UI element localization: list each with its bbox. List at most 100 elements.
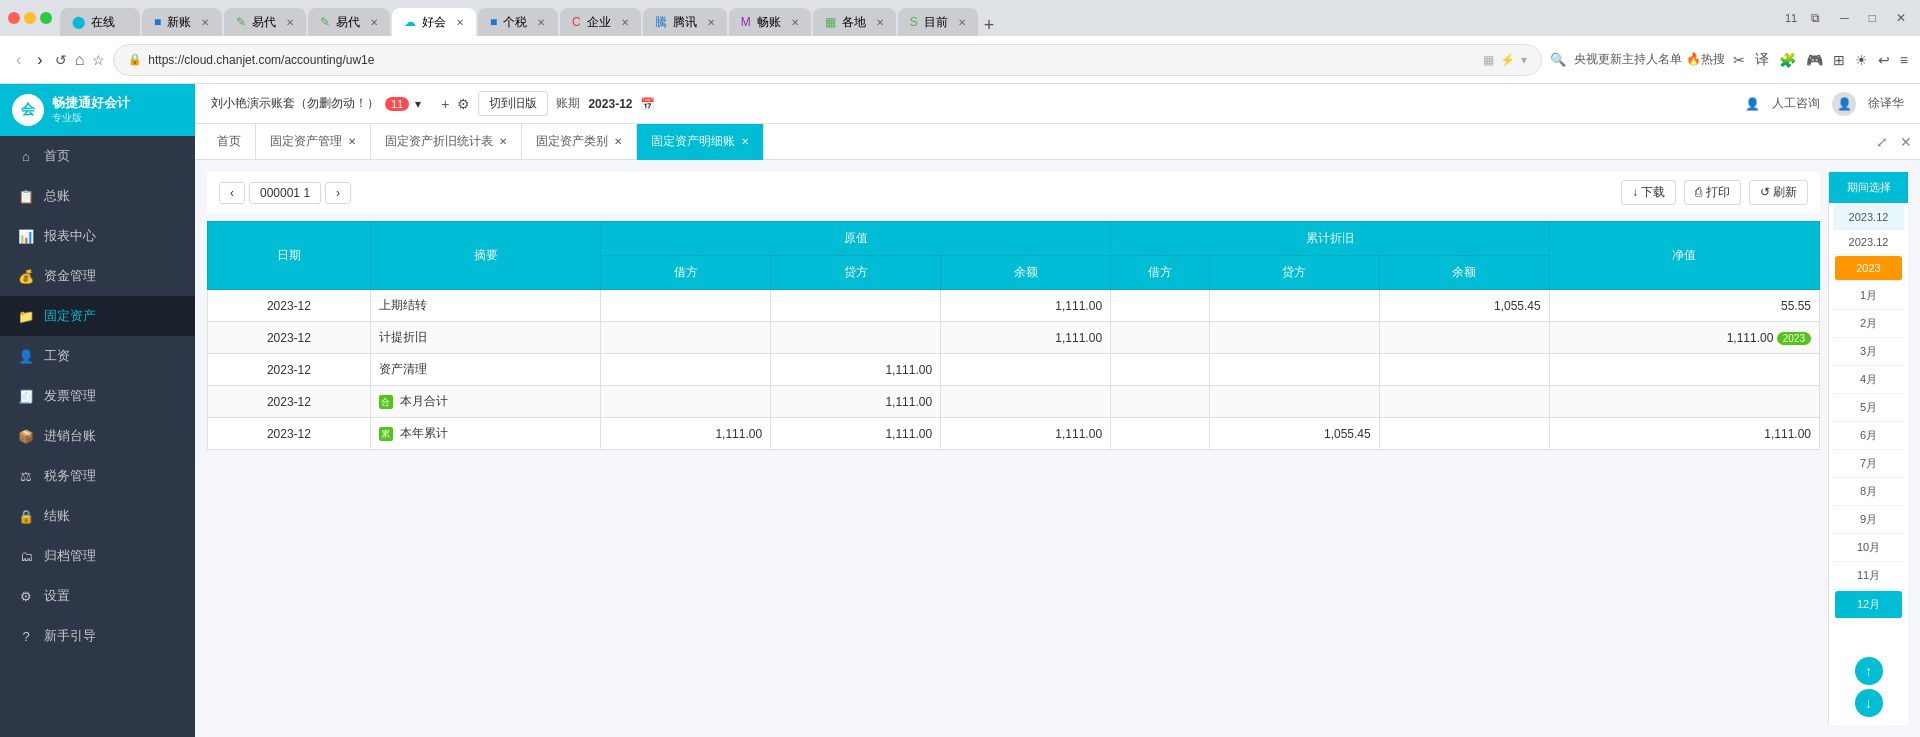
sidebar-item-settings[interactable]: ⚙ 设置: [0, 576, 195, 616]
scroll-down-icon[interactable]: ↓: [1855, 689, 1883, 717]
tab-window-close-icon[interactable]: ✕: [1900, 134, 1912, 150]
back-button[interactable]: ‹: [12, 47, 25, 73]
sidebar-item-ledger[interactable]: 📋 总账: [0, 176, 195, 216]
url-bar[interactable]: 🔒 https://cloud.chanjet.com/accounting/u…: [113, 44, 1542, 76]
refresh-button[interactable]: ↺: [55, 52, 67, 68]
game-icon[interactable]: 🎮: [1806, 52, 1823, 68]
scroll-up-icon[interactable]: ↑: [1855, 657, 1883, 685]
period-item-oct[interactable]: 10月: [1833, 534, 1904, 562]
period-item-may[interactable]: 5月: [1833, 394, 1904, 422]
window-max-btn[interactable]: □: [1863, 9, 1882, 27]
period-item-feb[interactable]: 2月: [1833, 310, 1904, 338]
scissors-icon[interactable]: ✂: [1733, 52, 1745, 68]
tab-asset-mgmt[interactable]: 固定资产管理 ✕: [256, 124, 371, 160]
sidebar-item-salary[interactable]: 👤 工资: [0, 336, 195, 376]
download-button[interactable]: ↓ 下载: [1621, 180, 1676, 205]
tab-asset-detail-close[interactable]: ✕: [741, 136, 749, 147]
sidebar-item-archive[interactable]: 🗂 归档管理: [0, 536, 195, 576]
sidebar-item-closeperiod[interactable]: 🔒 结账: [0, 496, 195, 536]
settings-gear-icon[interactable]: ⚙: [457, 96, 470, 112]
sidebar-item-funds[interactable]: 💰 资金管理: [0, 256, 195, 296]
period-item-apr[interactable]: 4月: [1833, 366, 1904, 394]
table-row: 2023-12 资产清理 1,111.00: [208, 354, 1820, 386]
new-tab-button[interactable]: +: [980, 15, 999, 36]
browser-tab-mubiao[interactable]: S 目前 ✕: [898, 8, 978, 36]
tab-close-corp[interactable]: ✕: [621, 17, 629, 28]
window-maximize-btn[interactable]: [40, 12, 52, 24]
period-item-sep[interactable]: 9月: [1833, 506, 1904, 534]
period-item-2023-12-2[interactable]: 2023.12: [1833, 230, 1904, 255]
tab-depreciation-stats-close[interactable]: ✕: [499, 136, 507, 147]
tab-home[interactable]: 首页: [203, 124, 256, 160]
service-label[interactable]: 人工咨询: [1772, 95, 1820, 112]
menu-icon[interactable]: ≡: [1900, 52, 1908, 68]
browser-tab-new[interactable]: ■ 新账 ✕: [142, 8, 222, 36]
period-item-2023-12-1[interactable]: 2023.12: [1833, 205, 1904, 230]
period-item-aug[interactable]: 8月: [1833, 478, 1904, 506]
tab-close-changzhang[interactable]: ✕: [791, 17, 799, 28]
translate-icon[interactable]: 译: [1755, 51, 1769, 69]
sidebar-item-guide[interactable]: ? 新手引导: [0, 616, 195, 656]
browser-tab-tencent[interactable]: 騰 腾讯 ✕: [643, 8, 727, 36]
sidebar-item-reports[interactable]: 📊 报表中心: [0, 216, 195, 256]
url-dropdown-icon[interactable]: ▾: [1521, 53, 1527, 67]
tab-asset-category-label: 固定资产类别: [536, 133, 608, 150]
browser-tab-easy2[interactable]: ✎ 易代 ✕: [308, 8, 390, 36]
history-icon[interactable]: ↩: [1878, 52, 1890, 68]
browser-tab-gedi[interactable]: ▦ 各地 ✕: [813, 8, 896, 36]
tab-asset-mgmt-close[interactable]: ✕: [348, 136, 356, 147]
period-item-mar[interactable]: 3月: [1833, 338, 1904, 366]
grid-icon[interactable]: ⊞: [1833, 52, 1845, 68]
window-close-btn[interactable]: [8, 12, 20, 24]
period-item-nov[interactable]: 11月: [1833, 562, 1904, 590]
tab-close-mubiao[interactable]: ✕: [958, 17, 966, 28]
tab-expand-button[interactable]: ⤢: [1868, 134, 1896, 150]
browser-tab-changzhang[interactable]: M 畅账 ✕: [729, 8, 811, 36]
tab-asset-category-close[interactable]: ✕: [614, 136, 622, 147]
switch-version-button[interactable]: 切到旧版: [478, 91, 548, 116]
tab-depreciation-stats[interactable]: 固定资产折旧统计表 ✕: [371, 124, 522, 160]
cell-ov-debit-4: [601, 386, 771, 418]
tab-asset-detail[interactable]: 固定资产明细账 ✕: [637, 124, 764, 160]
tab-asset-category[interactable]: 固定资产类别 ✕: [522, 124, 637, 160]
print-button[interactable]: ⎙ 打印: [1684, 180, 1740, 205]
theme-icon[interactable]: ☀: [1855, 52, 1868, 68]
window-minimize-btn[interactable]: [24, 12, 36, 24]
browser-tab-easy1[interactable]: ✎ 易代 ✕: [224, 8, 306, 36]
extension-icon[interactable]: 🧩: [1779, 52, 1796, 68]
window-x-btn[interactable]: ✕: [1890, 9, 1912, 27]
sidebar-item-assets[interactable]: 📁 固定资产: [0, 296, 195, 336]
sidebar-item-invoice[interactable]: 🧾 发票管理: [0, 376, 195, 416]
tab-close-gedi[interactable]: ✕: [876, 17, 884, 28]
period-selector-header[interactable]: 期间选择: [1829, 172, 1908, 203]
next-page-button[interactable]: ›: [325, 182, 351, 204]
bookmark-button[interactable]: ☆: [92, 52, 105, 68]
browser-tab-haokuai[interactable]: ☁ 好会 ✕: [392, 8, 476, 36]
period-item-2023[interactable]: 2023: [1835, 256, 1902, 281]
add-account-button[interactable]: +: [441, 96, 449, 112]
sidebar-item-home[interactable]: ⌂ 首页: [0, 136, 195, 176]
period-item-jan[interactable]: 1月: [1833, 282, 1904, 310]
account-selector[interactable]: 刘小艳演示账套（勿删勿动！） 11 ▾: [211, 95, 421, 112]
window-tile-btn[interactable]: ⧉: [1805, 9, 1826, 27]
tab-close-easy1[interactable]: ✕: [286, 17, 294, 28]
home-button[interactable]: ⌂: [75, 51, 85, 69]
forward-button[interactable]: ›: [33, 47, 46, 73]
window-min-btn[interactable]: ─: [1834, 9, 1855, 27]
period-item-dec[interactable]: 12月: [1835, 591, 1902, 619]
prev-page-button[interactable]: ‹: [219, 182, 245, 204]
calendar-icon[interactable]: 📅: [640, 97, 655, 111]
tab-close-haokuai[interactable]: ✕: [456, 17, 464, 28]
tab-close-tencent[interactable]: ✕: [707, 17, 715, 28]
period-item-jul[interactable]: 7月: [1833, 450, 1904, 478]
sidebar-item-purchase[interactable]: 📦 进销台账: [0, 416, 195, 456]
browser-tab-corp[interactable]: C 企业 ✕: [560, 8, 641, 36]
tab-close-getax[interactable]: ✕: [537, 17, 545, 28]
browser-tab-online[interactable]: ⬤ 在线: [60, 8, 140, 36]
period-item-jun[interactable]: 6月: [1833, 422, 1904, 450]
refresh-button[interactable]: ↺ 刷新: [1749, 180, 1808, 205]
tab-close-easy2[interactable]: ✕: [370, 17, 378, 28]
tab-close-new[interactable]: ✕: [201, 17, 209, 28]
browser-tab-getax[interactable]: ■ 个税 ✕: [478, 8, 558, 36]
sidebar-item-tax[interactable]: ⚖ 税务管理: [0, 456, 195, 496]
